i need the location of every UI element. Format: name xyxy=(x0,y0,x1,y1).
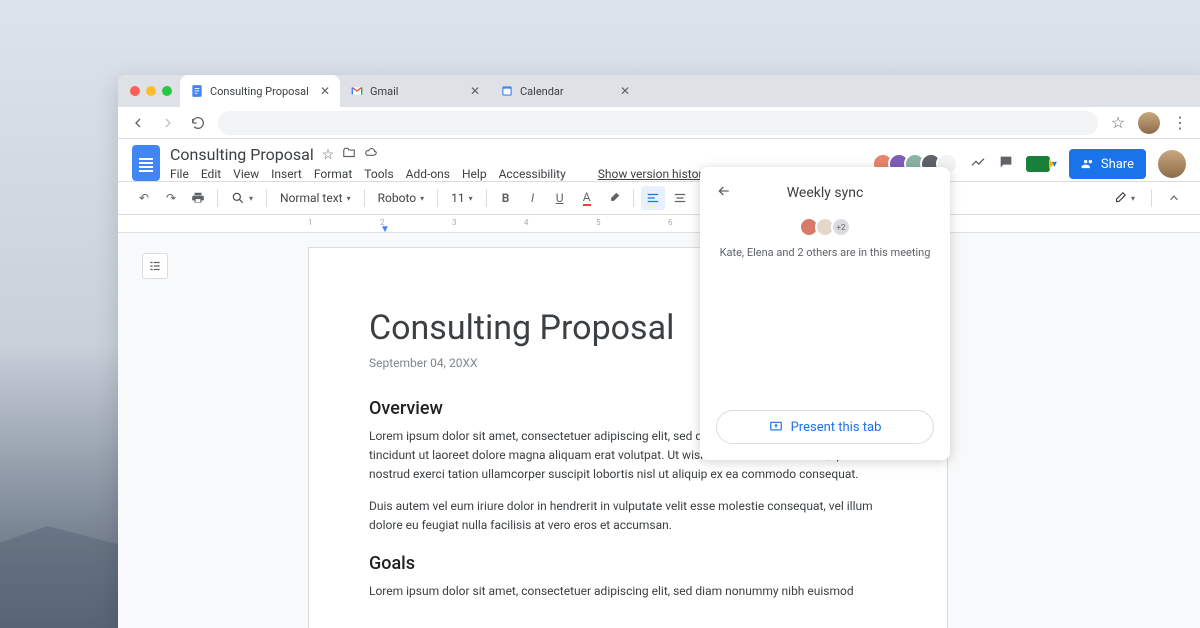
bold-button[interactable]: B xyxy=(494,186,518,210)
account-avatar[interactable] xyxy=(1158,150,1186,178)
print-button[interactable] xyxy=(186,186,210,210)
profile-avatar[interactable] xyxy=(1138,112,1160,134)
menu-tools[interactable]: Tools xyxy=(364,167,393,181)
browser-window: Consulting Proposal ✕ Gmail ✕ Calendar ✕… xyxy=(118,75,1200,628)
menu-help[interactable]: Help xyxy=(462,167,487,181)
menu-edit[interactable]: Edit xyxy=(201,167,221,181)
align-left-button[interactable] xyxy=(641,186,665,210)
meeting-avatar-more: +2 xyxy=(831,217,851,237)
share-button[interactable]: Share xyxy=(1069,149,1146,179)
gmail-icon xyxy=(350,84,364,98)
zoom-dropdown[interactable]: ▾ xyxy=(225,186,259,210)
font-size-dropdown[interactable]: 11▾ xyxy=(445,186,479,210)
close-tab-icon[interactable]: ✕ xyxy=(320,84,330,98)
cloud-saved-icon[interactable] xyxy=(364,146,378,164)
menu-view[interactable]: View xyxy=(233,167,259,181)
docs-icon xyxy=(190,84,204,98)
window-controls xyxy=(126,86,180,96)
meet-panel: Weekly sync +2 Kate, Elena and 2 others … xyxy=(700,167,950,460)
close-window-button[interactable] xyxy=(130,86,140,96)
calendar-icon xyxy=(500,84,514,98)
toolbar: ↶ ↷ ▾ Normal text▾ Roboto▾ 11▾ B I U A ▾… xyxy=(118,181,1200,215)
tab-strip: Consulting Proposal ✕ Gmail ✕ Calendar ✕ xyxy=(118,75,1200,107)
present-tab-button[interactable]: Present this tab xyxy=(716,410,934,444)
meet-button[interactable]: ▾ xyxy=(1026,156,1057,172)
comments-icon[interactable] xyxy=(998,154,1014,174)
editing-mode-dropdown[interactable]: ▾ xyxy=(1107,186,1141,210)
doc-paragraph: Duis autem vel eum iriure dolor in hendr… xyxy=(369,497,887,535)
docs-header: Consulting Proposal ☆ File Edit View Ins… xyxy=(118,139,1200,181)
meeting-subtitle: Kate, Elena and 2 others are in this mee… xyxy=(716,245,934,260)
browser-tab[interactable]: Gmail ✕ xyxy=(340,75,490,107)
outline-toggle-button[interactable] xyxy=(142,253,168,279)
present-tab-label: Present this tab xyxy=(791,420,882,435)
browser-tab[interactable]: Calendar ✕ xyxy=(490,75,640,107)
underline-button[interactable]: U xyxy=(548,186,572,210)
meeting-avatars: +2 xyxy=(716,217,934,237)
menu-addons[interactable]: Add-ons xyxy=(406,167,450,181)
browser-menu-icon[interactable]: ⋮ xyxy=(1170,113,1190,133)
star-icon[interactable]: ☆ xyxy=(1108,113,1128,133)
tab-title: Gmail xyxy=(370,85,464,98)
forward-button[interactable] xyxy=(158,113,178,133)
back-button[interactable] xyxy=(128,113,148,133)
menu-file[interactable]: File xyxy=(170,167,189,181)
close-tab-icon[interactable]: ✕ xyxy=(470,84,480,98)
maximize-window-button[interactable] xyxy=(162,86,172,96)
activity-icon[interactable] xyxy=(970,154,986,174)
text-color-button[interactable]: A xyxy=(575,186,599,210)
browser-tab-active[interactable]: Consulting Proposal ✕ xyxy=(180,75,340,107)
close-tab-icon[interactable]: ✕ xyxy=(620,84,630,98)
move-icon[interactable] xyxy=(342,146,356,164)
document-title[interactable]: Consulting Proposal xyxy=(170,145,314,164)
highlight-button[interactable] xyxy=(602,186,626,210)
menu-accessibility[interactable]: Accessibility xyxy=(499,167,566,181)
font-dropdown[interactable]: Roboto▾ xyxy=(372,186,431,210)
version-history-link[interactable]: Show version history xyxy=(598,167,709,181)
document-canvas: Consulting Proposal September 04, 20XX O… xyxy=(118,233,1200,628)
style-dropdown[interactable]: Normal text▾ xyxy=(274,186,357,210)
url-input[interactable] xyxy=(218,111,1098,135)
reload-button[interactable] xyxy=(188,113,208,133)
meet-camera-icon xyxy=(1026,156,1050,172)
share-label: Share xyxy=(1101,157,1134,172)
docs-logo[interactable] xyxy=(132,145,160,181)
tab-title: Calendar xyxy=(520,85,614,98)
menu-insert[interactable]: Insert xyxy=(271,167,302,181)
collapse-toolbar-button[interactable] xyxy=(1162,186,1186,210)
minimize-window-button[interactable] xyxy=(146,86,156,96)
address-bar: ☆ ⋮ xyxy=(118,107,1200,139)
tab-title: Consulting Proposal xyxy=(210,85,314,98)
italic-button[interactable]: I xyxy=(521,186,545,210)
doc-heading-2: Goals xyxy=(369,553,887,574)
ruler[interactable]: ▼ 1 2 3 4 5 6 7 xyxy=(118,215,1200,233)
undo-button[interactable]: ↶ xyxy=(132,186,156,210)
doc-paragraph: Lorem ipsum dolor sit amet, consectetuer… xyxy=(369,582,887,601)
menu-format[interactable]: Format xyxy=(314,167,352,181)
align-center-button[interactable] xyxy=(668,186,692,210)
star-icon[interactable]: ☆ xyxy=(322,147,335,163)
meet-panel-title: Weekly sync xyxy=(716,185,934,201)
redo-button[interactable]: ↷ xyxy=(159,186,183,210)
